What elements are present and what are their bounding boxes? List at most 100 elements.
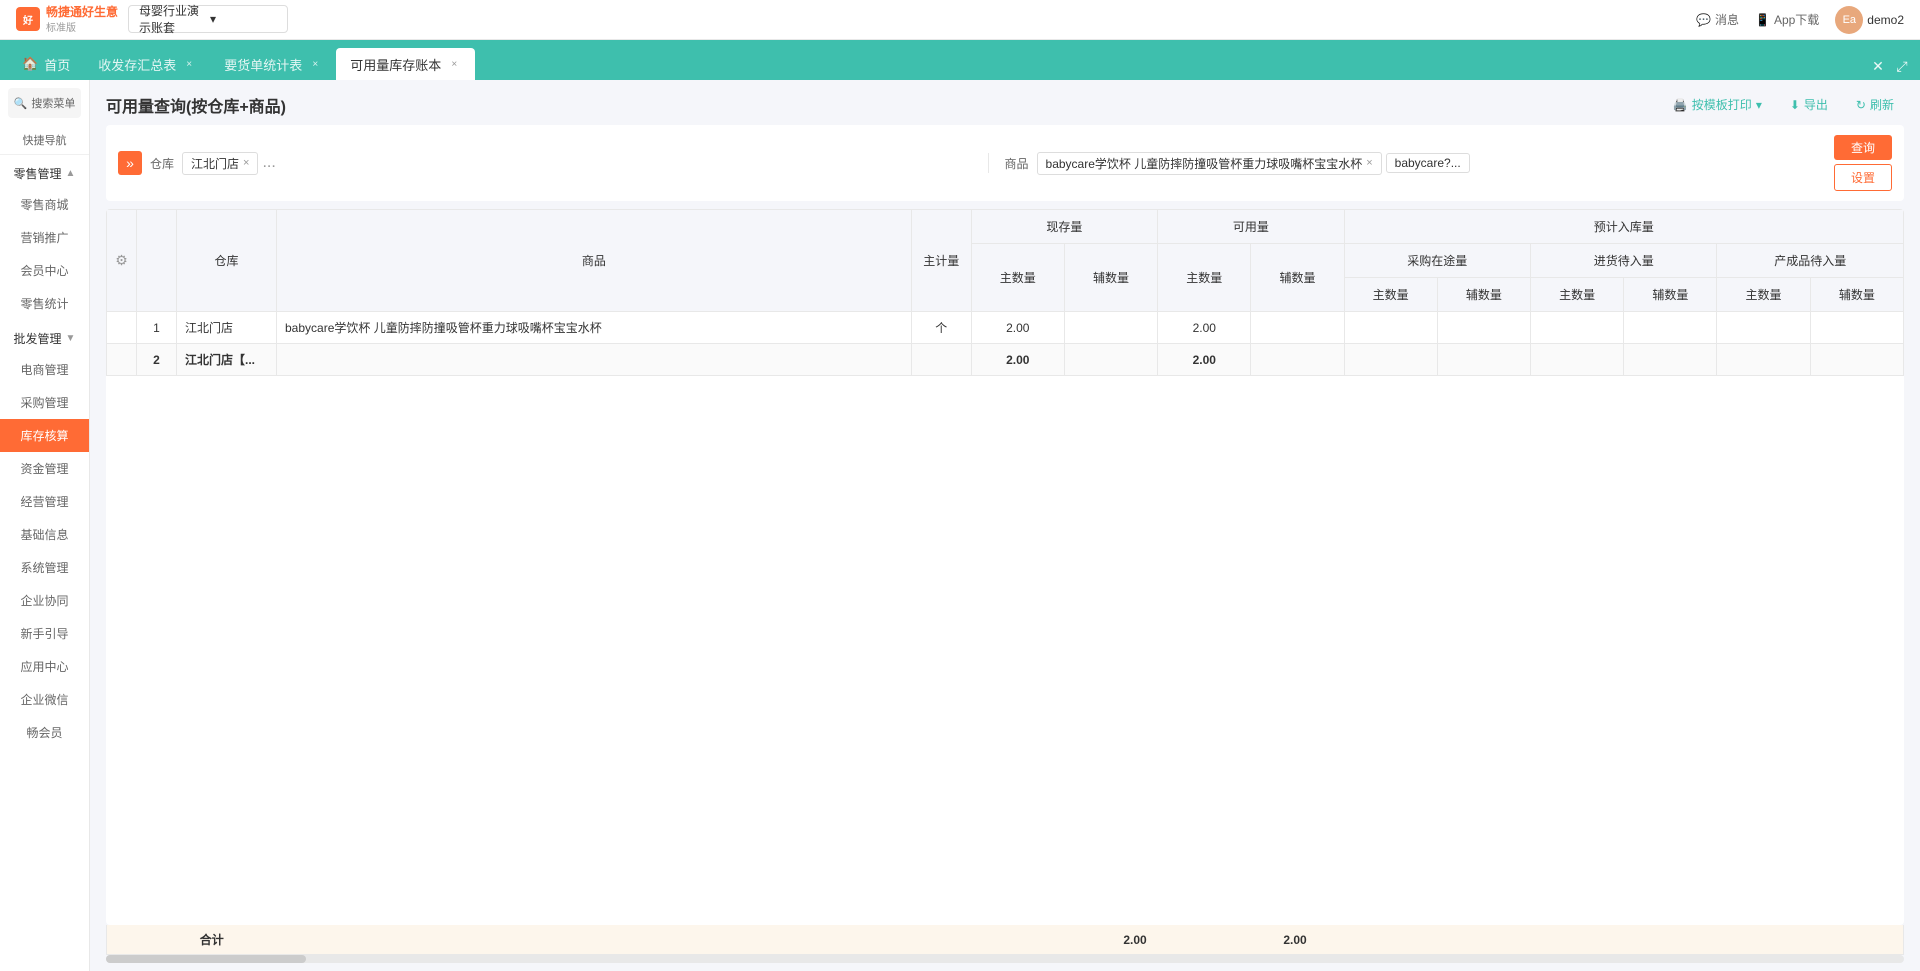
cell-unit-2 [911,344,971,376]
settings-icon[interactable]: ⚙ [115,252,128,268]
user-name: demo2 [1867,13,1904,27]
sidebar-item-retail-mall[interactable]: 零售商城 [0,188,89,221]
product-tag-1: babycare学饮杯 儿童防摔防撞吸管杯重力球吸嘴杯宝宝水杯 × [1037,152,1382,175]
page-actions: 🖨️ 按模板打印 ▾ ⬇ 导出 ↻ 刷新 [1663,92,1904,117]
sidebar-item-members[interactable]: 会员中心 [0,254,89,287]
sidebar-item-purchase[interactable]: 采购管理 [0,386,89,419]
page-header: 可用量查询(按仓库+商品) 🖨️ 按模板打印 ▾ ⬇ 导出 ↻ 刷新 [90,80,1920,125]
sidebar-item-marketing[interactable]: 营销推广 [0,221,89,254]
logo-text-block: 畅捷通好生意 标准版 [46,5,118,34]
sidebar-item-ecommerce[interactable]: 电商管理 [0,353,89,386]
sidebar-item-retail-mall-label: 零售商城 [20,198,68,212]
th-production-main: 主数量 [1717,278,1810,312]
sidebar-item-operation-label: 经营管理 [20,495,68,509]
tab-home-label: 首页 [44,55,70,74]
warehouse-tag-value: 江北门店 [191,155,239,172]
cell-available-aux-2 [1251,344,1344,376]
th-unit: 主计量 [911,210,971,312]
cell-stock-main-2: 2.00 [971,344,1064,376]
sidebar-wholesale-title[interactable]: 批发管理 ▼ [0,324,89,353]
th-purchase-main: 主数量 [1344,278,1437,312]
th-incoming-main: 主数量 [1531,278,1624,312]
sidebar-item-inventory-label: 库存核算 [20,429,68,443]
sidebar-retail-title[interactable]: 零售管理 ▲ [0,159,89,188]
th-settings: ⚙ [107,210,137,312]
cell-incoming-aux [1624,312,1717,344]
message-button[interactable]: 💬 消息 [1696,11,1739,28]
message-label: 消息 [1715,11,1739,28]
cell-incoming-main-2 [1531,344,1624,376]
message-icon: 💬 [1696,13,1711,27]
th-available-group: 可用量 [1158,210,1344,244]
print-label: 按模板打印 [1692,96,1752,113]
th-product: 商品 [277,210,912,312]
filter-settings-button[interactable]: 设置 [1834,164,1892,191]
th-purchase-group: 采购在途量 [1344,244,1530,278]
th-stock-main: 主数量 [971,244,1064,312]
chevron-down-icon3: ▾ [1756,98,1762,112]
sidebar-item-ecommerce-label: 电商管理 [20,363,68,377]
cell-warehouse-2: 江北门店【... [177,344,277,376]
warehouse-tag-remove[interactable]: × [243,157,249,169]
sidebar-item-enterprise[interactable]: 企业协同 [0,584,89,617]
search-menu-button[interactable]: 🔍 搜索菜单 [8,88,81,118]
sidebar-item-wechat[interactable]: 企业微信 [0,683,89,716]
search-menu-label: 搜索菜单 [31,95,75,111]
cell-available-main: 2.00 [1158,312,1251,344]
app-download-button[interactable]: 📱 App下载 [1755,11,1819,28]
cell-purchase-aux [1437,312,1530,344]
query-button[interactable]: 查询 [1834,135,1892,160]
tab-home[interactable]: 🏠 首页 [8,48,84,80]
filter-toggle-button[interactable]: » [118,151,142,175]
sidebar-item-wechat-label: 企业微信 [20,693,68,707]
th-purchase-aux: 辅数量 [1437,278,1530,312]
refresh-button[interactable]: ↻ 刷新 [1846,92,1904,117]
logo-subtext: 标准版 [46,19,118,34]
sidebar: 🔍 搜索菜单 快捷导航 零售管理 ▲ 零售商城 营销推广 会员中心 零售统计 [0,80,90,971]
sidebar-item-basic[interactable]: 基础信息 [0,518,89,551]
tab-order-close[interactable]: × [308,57,322,71]
warehouse-more-button[interactable]: ... [262,154,275,172]
print-button[interactable]: 🖨️ 按模板打印 ▾ [1663,92,1772,117]
close-window-button[interactable]: ✕ [1868,56,1888,76]
avatar: Ea [1835,6,1863,34]
cell-stock-aux [1064,312,1157,344]
sidebar-item-guide[interactable]: 新手引导 [0,617,89,650]
inventory-table: ⚙ 仓库 商品 主计量 现存量 可用量 预计入库量 主数量 辅数量 主数量 [106,209,1904,376]
industry-selector[interactable]: 母婴行业演示账套 ▾ [128,5,288,33]
table-footer: 合计 2.00 2.00 [106,925,1904,955]
tab-order[interactable]: 要货单统计表 × [210,48,336,80]
scrollbar-thumb[interactable] [106,955,306,963]
user-area[interactable]: Ea demo2 [1835,6,1904,34]
nav-tabs: 🏠 首页 收发存汇总表 × 要货单统计表 × 可用量库存账本 × ✕ ⤢ [0,40,1920,80]
horizontal-scrollbar[interactable] [106,955,1904,963]
tab-receivable-close[interactable]: × [182,57,196,71]
sidebar-item-operation[interactable]: 经营管理 [0,485,89,518]
tab-available-close[interactable]: × [447,57,461,71]
sidebar-item-finance[interactable]: 资金管理 [0,452,89,485]
sidebar-item-system[interactable]: 系统管理 [0,551,89,584]
footer-total-label: 合计 [200,933,224,947]
sidebar-item-retail-stats[interactable]: 零售统计 [0,287,89,320]
expand-window-button[interactable]: ⤢ [1892,56,1912,76]
app-icon: 📱 [1755,13,1770,27]
sidebar-item-appcenter-label: 应用中心 [20,660,68,674]
product-tag-1-remove[interactable]: × [1366,157,1372,169]
cell-production-main [1717,312,1810,344]
th-available-aux: 辅数量 [1251,244,1344,312]
export-button[interactable]: ⬇ 导出 [1780,92,1838,117]
logo-text: 畅捷通好生意 [46,5,118,19]
tab-receivable[interactable]: 收发存汇总表 × [84,48,210,80]
home-icon: 🏠 [22,56,38,72]
sidebar-item-appcenter[interactable]: 应用中心 [0,650,89,683]
cell-product-2 [277,344,912,376]
sidebar-item-inventory[interactable]: 库存核算 [0,419,89,452]
product-tag-2-value: babycare?... [1395,156,1461,170]
quick-nav-button[interactable]: 快捷导航 [0,126,89,155]
table-row: 1 江北门店 babycare学饮杯 儿童防摔防撞吸管杯重力球吸嘴杯宝宝水杯 个… [107,312,1904,344]
chevron-down-icon: ▾ [210,12,277,26]
top-bar-right: 💬 消息 📱 App下载 Ea demo2 [1696,6,1904,34]
logo-icon: 好 [16,7,40,31]
tab-available[interactable]: 可用量库存账本 × [336,48,475,80]
sidebar-item-member[interactable]: 畅会员 [0,716,89,749]
